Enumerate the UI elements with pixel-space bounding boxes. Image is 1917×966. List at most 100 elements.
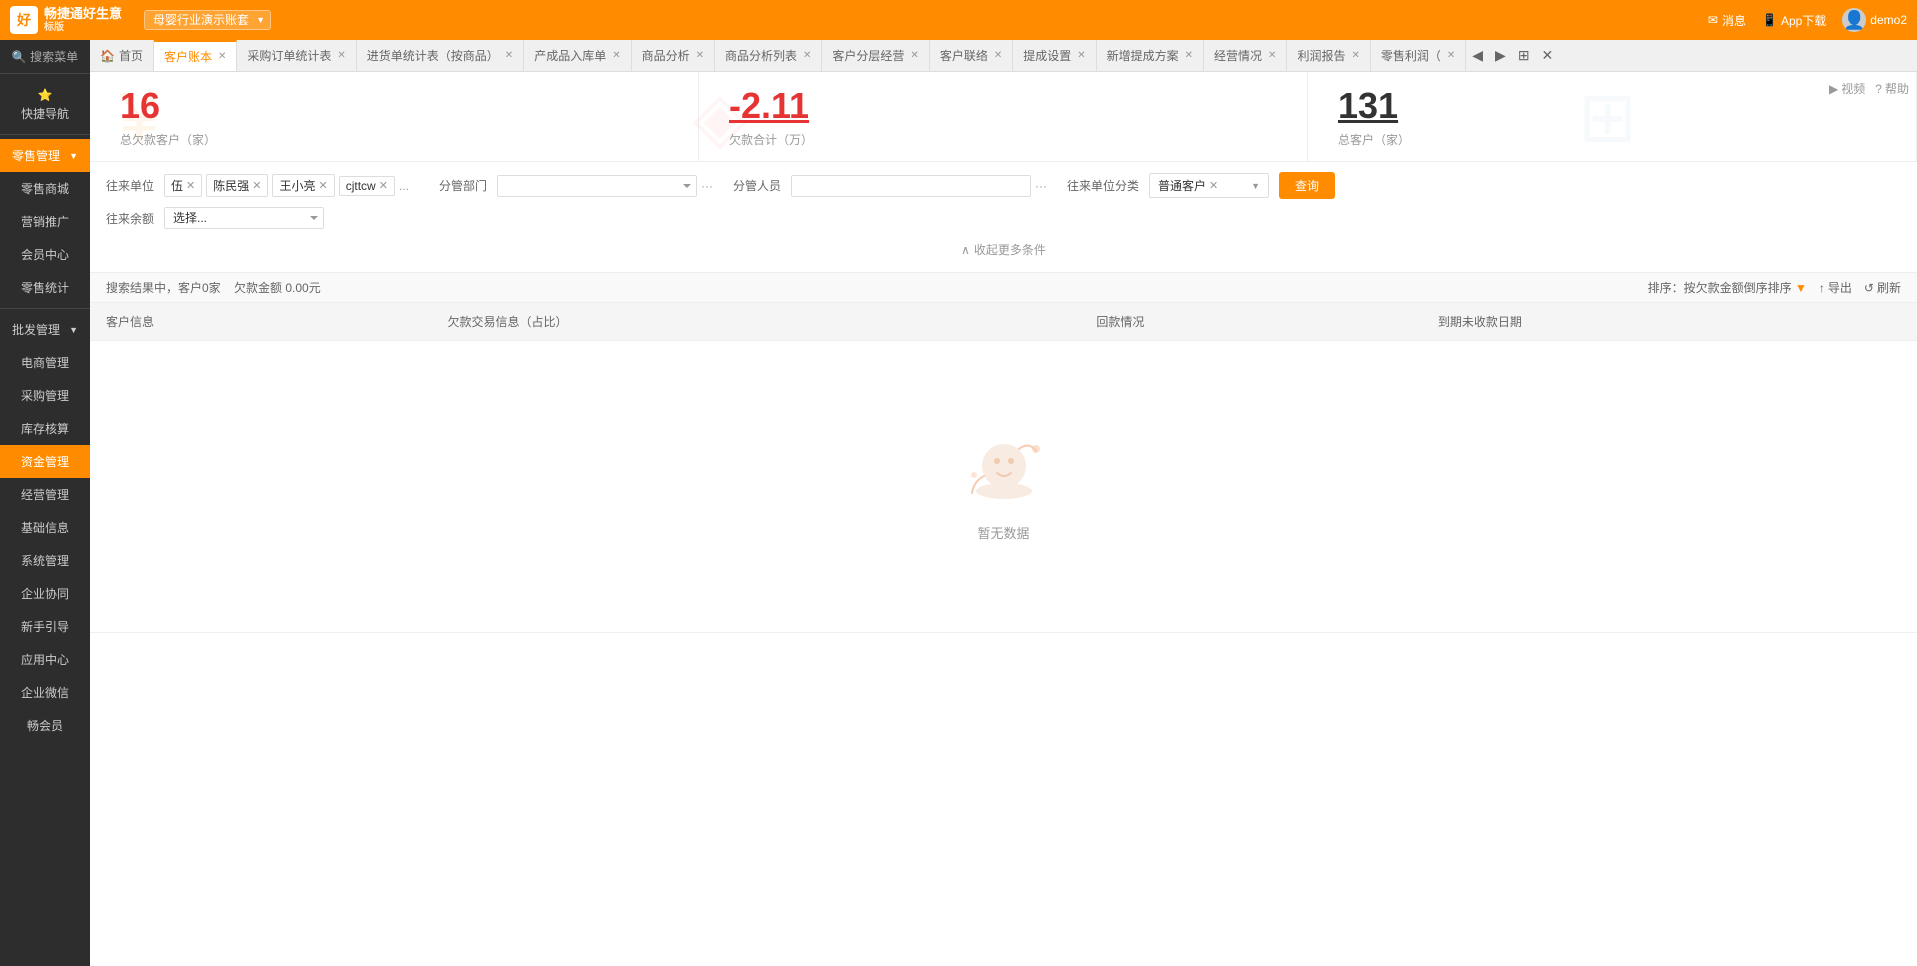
tab-close-9[interactable]: ✕ xyxy=(1077,50,1085,61)
stats-row: ¥ 16 总欠款客户（家） ◈ -2.11 欠款合计（万） ⊞ xyxy=(90,72,1917,162)
tab-customer-book[interactable]: 客户账本 ✕ xyxy=(154,40,237,72)
stat-total-customers: 16 总欠款客户（家） xyxy=(90,72,699,161)
tab-close-customer-book[interactable]: ✕ xyxy=(218,51,226,62)
sidebar-item-retail-mall[interactable]: 零售商城 xyxy=(0,172,90,205)
sidebar-item-enterprise-coop[interactable]: 企业协同 xyxy=(0,577,90,610)
tab-home[interactable]: 🏠 首页 xyxy=(90,40,154,72)
tab-close-10[interactable]: ✕ xyxy=(1185,50,1193,61)
tab-customer-segment[interactable]: 客户分层经营 ✕ xyxy=(822,40,929,72)
tab-close-5[interactable]: ✕ xyxy=(696,50,704,61)
logo-icon: 好 xyxy=(10,6,38,34)
tab-close-13[interactable]: ✕ xyxy=(1447,50,1455,61)
tab-inbound-stats[interactable]: 进货单统计表（按商品） ✕ xyxy=(357,40,524,72)
export-btn[interactable]: ↑ 导出 xyxy=(1819,279,1852,296)
tab-profit-report[interactable]: 利润报告 ✕ xyxy=(1287,40,1370,72)
tab-close-11[interactable]: ✕ xyxy=(1268,50,1276,61)
tab-operations-status[interactable]: 经营情况 ✕ xyxy=(1204,40,1287,72)
message-btn[interactable]: ✉ 消息 xyxy=(1708,12,1746,29)
unit-tag-2: 陈民强 ✕ xyxy=(206,174,268,197)
stat-value-3: 131 xyxy=(1338,85,1398,127)
sidebar-item-retail-stats[interactable]: 零售统计 xyxy=(0,271,90,304)
balance-select[interactable]: 选择... xyxy=(164,207,324,229)
sidebar-item-retail-manage[interactable]: 零售管理 ▼ xyxy=(0,139,90,172)
tag-close-3[interactable]: ✕ xyxy=(319,179,328,192)
tab-close-3[interactable]: ✕ xyxy=(505,50,513,61)
category-tag-close[interactable]: ✕ xyxy=(1209,179,1218,192)
sidebar-item-purchase[interactable]: 采购管理 xyxy=(0,379,90,412)
dept-select[interactable] xyxy=(497,175,697,197)
sidebar-item-new-guide[interactable]: 新手引导 xyxy=(0,610,90,643)
tab-close-2[interactable]: ✕ xyxy=(337,50,345,61)
sidebar-item-label: 基础信息 xyxy=(21,519,69,536)
sidebar-item-member[interactable]: 会员中心 xyxy=(0,238,90,271)
sidebar-item-enterprise-wechat[interactable]: 企业微信 xyxy=(0,676,90,709)
sidebar-item-stock[interactable]: 库存核算 xyxy=(0,412,90,445)
sidebar-item-label: 营销推广 xyxy=(21,213,69,230)
user-menu[interactable]: 👤 demo2 xyxy=(1842,8,1907,32)
unit-tag-1: 伍 ✕ xyxy=(164,174,202,197)
video-help-btn[interactable]: ▶ 视频 xyxy=(1829,80,1865,97)
help-btn[interactable]: ? 帮助 xyxy=(1875,80,1909,97)
table-body: 暂无数据 xyxy=(90,341,1917,633)
sidebar-item-finance[interactable]: 资金管理 xyxy=(0,445,90,478)
app-download-btn[interactable]: 📱 App下载 xyxy=(1762,12,1826,29)
tab-close-all[interactable]: ✕ xyxy=(1536,47,1560,64)
collapse-btn[interactable]: ∧ 收起更多条件 xyxy=(951,237,1056,262)
staff-input[interactable] xyxy=(791,175,1031,197)
tab-reminder-settings[interactable]: 提成设置 ✕ xyxy=(1013,40,1096,72)
sidebar-item-wholesale[interactable]: 批发管理 ▼ xyxy=(0,313,90,346)
sidebar-item-basic-info[interactable]: 基础信息 xyxy=(0,511,90,544)
staff-label: 分管人员 xyxy=(733,177,781,194)
category-select[interactable]: 普通客户 ✕ ▼ xyxy=(1149,173,1269,198)
tag-close-1[interactable]: ✕ xyxy=(186,179,195,192)
tab-bar: 🏠 首页 客户账本 ✕ 采购订单统计表 ✕ 进货单统计表（按商品） ✕ 产成品入… xyxy=(90,40,1917,72)
account-select[interactable]: 母婴行业演示账套 xyxy=(144,10,271,30)
unit-tag-4: cjttcw ✕ xyxy=(339,176,395,196)
account-selector[interactable]: 母婴行业演示账套 xyxy=(134,10,271,30)
staff-dots[interactable]: ··· xyxy=(1035,179,1047,193)
refresh-btn[interactable]: ↺ 刷新 xyxy=(1864,279,1901,296)
dept-select-wrap: ··· xyxy=(497,175,713,197)
tag-close-4[interactable]: ✕ xyxy=(379,179,388,192)
tab-close-6[interactable]: ✕ xyxy=(803,50,811,61)
tab-customer-connect[interactable]: 客户联络 ✕ xyxy=(930,40,1013,72)
sidebar-item-vip[interactable]: 畅会员 xyxy=(0,709,90,742)
tab-close-12[interactable]: ✕ xyxy=(1351,50,1359,61)
tab-retail-profit[interactable]: 零售利润（ ✕ xyxy=(1371,40,1466,72)
collapse-icon: ∧ xyxy=(961,243,970,257)
message-icon: ✉ xyxy=(1708,13,1718,27)
logo: 好 畅捷通好生意 标版 xyxy=(10,6,122,34)
sidebar-item-marketing[interactable]: 营销推广 xyxy=(0,205,90,238)
help-icon: ? xyxy=(1875,82,1882,96)
sidebar-item-ecommerce[interactable]: 电商管理 xyxy=(0,346,90,379)
tab-close-4[interactable]: ✕ xyxy=(612,50,620,61)
query-button[interactable]: 查询 xyxy=(1279,172,1335,199)
tab-close-8[interactable]: ✕ xyxy=(994,50,1002,61)
tab-product-analysis[interactable]: 商品分析 ✕ xyxy=(632,40,715,72)
tag-close-2[interactable]: ✕ xyxy=(252,179,261,192)
stat-total-debt: -2.11 欠款合计（万） xyxy=(699,72,1308,161)
sidebar-item-label: 零售管理 xyxy=(12,147,60,164)
sidebar-search[interactable]: 🔍 搜索菜单 xyxy=(0,40,90,74)
sidebar-item-app-center[interactable]: 应用中心 xyxy=(0,643,90,676)
table-header-row: 客户信息 欠款交易信息（占比） 回款情况 到期未收款日期 xyxy=(90,303,1917,341)
tab-nav-next[interactable]: ▶ xyxy=(1489,47,1512,64)
sidebar-item-system[interactable]: 系统管理 xyxy=(0,544,90,577)
tab-expand[interactable]: ⊞ xyxy=(1512,47,1536,64)
tab-new-reminder[interactable]: 新增提成方案 ✕ xyxy=(1097,40,1204,72)
dept-dots[interactable]: ··· xyxy=(701,179,713,193)
video-icon: ▶ xyxy=(1829,82,1838,96)
sort-chevron-icon[interactable]: ▼ xyxy=(1795,281,1807,295)
filter-more-btn[interactable]: ... xyxy=(399,179,409,193)
tab-nav-prev[interactable]: ◀ xyxy=(1466,47,1489,64)
sidebar-item-label: 零售统计 xyxy=(21,279,69,296)
tab-close-7[interactable]: ✕ xyxy=(910,50,918,61)
sidebar-item-operations[interactable]: 经营管理 xyxy=(0,478,90,511)
sidebar-item-label: 企业微信 xyxy=(21,684,69,701)
tab-product-analysis-list[interactable]: 商品分析列表 ✕ xyxy=(715,40,822,72)
tab-product-inbound[interactable]: 产成品入库单 ✕ xyxy=(524,40,631,72)
unit-tag-3: 王小亮 ✕ xyxy=(272,174,334,197)
sidebar-item-label: 企业协同 xyxy=(21,585,69,602)
sidebar-quick-nav[interactable]: ⭐ 快捷导航 xyxy=(0,80,90,130)
tab-purchase-order-stats[interactable]: 采购订单统计表 ✕ xyxy=(237,40,356,72)
